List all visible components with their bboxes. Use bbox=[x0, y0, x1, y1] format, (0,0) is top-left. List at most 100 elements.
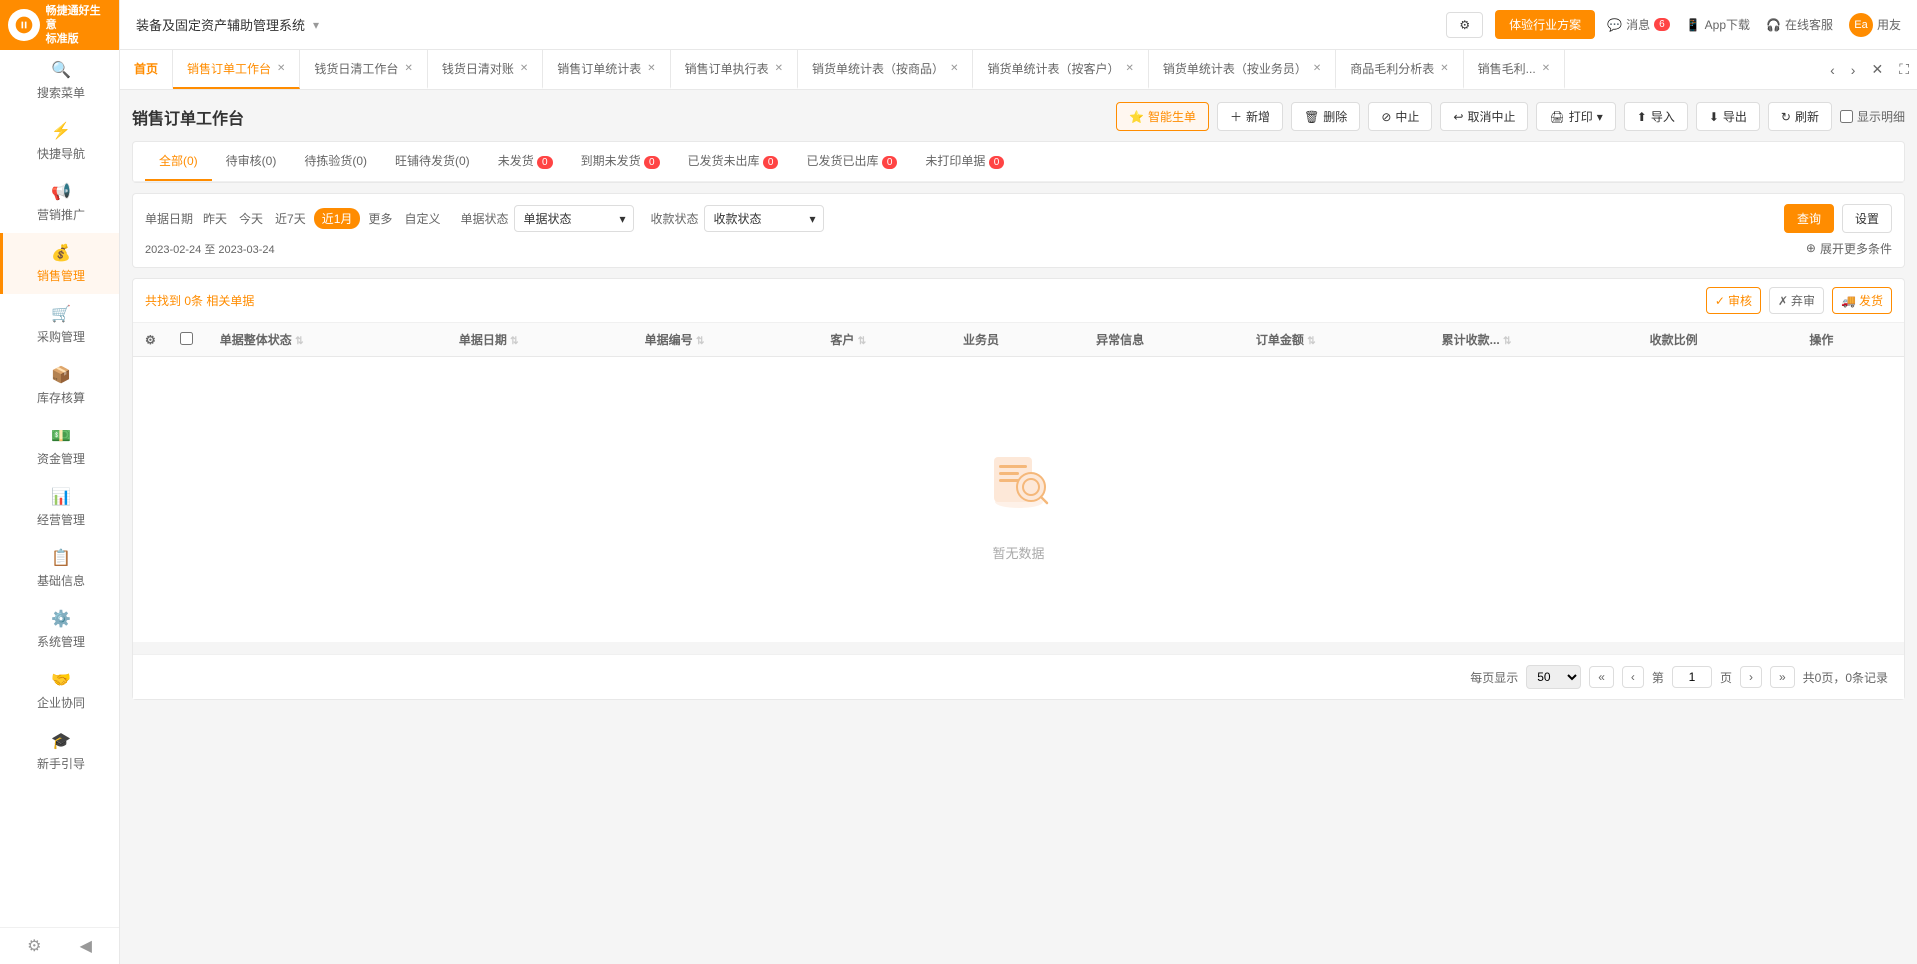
tab-sales-margin[interactable]: 销售毛利... ✕ bbox=[1464, 50, 1565, 89]
inventory-nav-icon: 📦 bbox=[51, 365, 71, 385]
tab-close-cash-daily[interactable]: ✕ bbox=[404, 63, 412, 74]
expand-btn[interactable]: ⊕ 展开更多条件 bbox=[1806, 240, 1892, 257]
date-1month[interactable]: 近1月 bbox=[314, 208, 361, 229]
tab-close-sales-exec[interactable]: ✕ bbox=[775, 63, 783, 74]
sort-date-icon[interactable]: ⇅ bbox=[510, 336, 518, 347]
app-download-btn[interactable]: 📱 App下载 bbox=[1686, 16, 1750, 33]
tab-scroll-right-btn[interactable]: › bbox=[1843, 58, 1864, 82]
sub-tab-all[interactable]: 全部(0) bbox=[145, 142, 212, 181]
sub-tab-pending-inspect[interactable]: 待拣验货(0) bbox=[290, 142, 381, 181]
sidebar-item-search[interactable]: 🔍 搜索菜单 bbox=[0, 50, 119, 111]
tab-sales-exec[interactable]: 销售订单执行表 ✕ bbox=[671, 50, 798, 89]
sub-tab-shipped-not-out[interactable]: 已发货未出库 0 bbox=[674, 142, 793, 181]
prev-page-btn[interactable]: ‹ bbox=[1622, 666, 1644, 688]
sub-tab-pending-review[interactable]: 待审核(0) bbox=[212, 142, 291, 181]
col-settings[interactable]: ⚙ bbox=[133, 323, 168, 357]
show-detail-checkbox[interactable] bbox=[1840, 110, 1853, 123]
sub-tab-overdue[interactable]: 到期未发货 0 bbox=[567, 142, 674, 181]
tab-cash-daily[interactable]: 钱货日清工作台 ✕ bbox=[300, 50, 427, 89]
tab-expand-btn[interactable]: ⛶ bbox=[1891, 57, 1917, 82]
tab-salesman-stats[interactable]: 销货单统计表（按业务员） ✕ bbox=[1149, 50, 1336, 89]
sidebar-item-inventory[interactable]: 📦 库存核算 bbox=[0, 355, 119, 416]
tab-sales-stats[interactable]: 销售订单统计表 ✕ bbox=[543, 50, 670, 89]
select-all-checkbox[interactable] bbox=[180, 332, 193, 345]
tab-goods-stats[interactable]: 销货单统计表（按商品） ✕ bbox=[798, 50, 973, 89]
sub-tab-unprinted[interactable]: 未打印单据 0 bbox=[911, 142, 1018, 181]
sort-accumulated-icon[interactable]: ⇅ bbox=[1503, 336, 1511, 347]
settings-gear-btn[interactable]: ⚙ bbox=[1446, 12, 1483, 38]
search-btn[interactable]: 查询 bbox=[1784, 204, 1834, 233]
sidebar-item-guide[interactable]: 🎓 新手引导 bbox=[0, 721, 119, 782]
date-custom[interactable]: 自定义 bbox=[400, 208, 444, 229]
tab-close-all-btn[interactable]: ✕ bbox=[1863, 57, 1891, 82]
review-icon: ✓ bbox=[1715, 294, 1725, 308]
tab-close-salesman-stats[interactable]: ✕ bbox=[1313, 63, 1321, 74]
sidebar-item-quick[interactable]: ⚡ 快捷导航 bbox=[0, 111, 119, 172]
sidebar-item-finance[interactable]: 💵 资金管理 bbox=[0, 416, 119, 477]
sort-amount-icon[interactable]: ⇅ bbox=[1307, 336, 1315, 347]
tab-home[interactable]: 首页 bbox=[120, 50, 173, 89]
sort-customer-icon[interactable]: ⇅ bbox=[858, 336, 866, 347]
add-btn[interactable]: ＋ 新增 bbox=[1217, 102, 1283, 131]
print-btn[interactable]: 🖨 打印 ▾ bbox=[1536, 102, 1615, 131]
sub-tab-unshipped[interactable]: 未发货 0 bbox=[484, 142, 567, 181]
sidebar-item-base[interactable]: 📋 基础信息 bbox=[0, 538, 119, 599]
sidebar-item-sales[interactable]: 💰 销售管理 bbox=[0, 233, 119, 294]
sidebar-item-system[interactable]: ⚙️ 系统管理 bbox=[0, 599, 119, 660]
page-number-input[interactable] bbox=[1672, 666, 1712, 688]
date-7days[interactable]: 近7天 bbox=[271, 208, 310, 229]
online-service-btn[interactable]: 🎧 在线客服 bbox=[1766, 16, 1833, 33]
sort-number-icon[interactable]: ⇅ bbox=[696, 336, 704, 347]
filter-settings-btn[interactable]: 设置 bbox=[1842, 204, 1892, 233]
sidebar-collapse-btn[interactable]: ◀ bbox=[80, 936, 92, 956]
col-ratio: 收款比例 bbox=[1638, 323, 1798, 357]
status-select[interactable]: 单据状态 ▾ bbox=[514, 205, 634, 232]
cancel-stop-btn[interactable]: ↩ 取消中止 bbox=[1440, 102, 1528, 131]
tab-close-goods-stats[interactable]: ✕ bbox=[950, 63, 958, 74]
delete-btn[interactable]: 🗑 删除 bbox=[1291, 102, 1360, 131]
tab-close-cash-reconcile[interactable]: ✕ bbox=[520, 63, 528, 74]
sub-tab-pending-review-label: 待审核(0) bbox=[226, 154, 277, 168]
date-yesterday[interactable]: 昨天 bbox=[199, 208, 231, 229]
messages-btn[interactable]: 💬 消息 6 bbox=[1607, 16, 1670, 33]
refresh-btn[interactable]: ↻ 刷新 bbox=[1768, 102, 1832, 131]
sub-tab-wangpu[interactable]: 旺铺待发货(0) bbox=[381, 142, 484, 181]
sort-overall-icon[interactable]: ⇅ bbox=[295, 336, 303, 347]
date-more[interactable]: 更多 bbox=[364, 208, 396, 229]
tab-close-sales-margin[interactable]: ✕ bbox=[1542, 63, 1550, 74]
sub-tab-shipped-out[interactable]: 已发货已出库 0 bbox=[792, 142, 911, 181]
page-size-select[interactable]: 50 100 200 bbox=[1526, 665, 1581, 689]
tab-close-margin[interactable]: ✕ bbox=[1440, 63, 1448, 74]
add-icon: ＋ bbox=[1230, 108, 1242, 125]
tab-cash-reconcile[interactable]: 钱货日清对账 ✕ bbox=[428, 50, 543, 89]
tab-close-customer-stats[interactable]: ✕ bbox=[1125, 63, 1133, 74]
tab-close-sales[interactable]: ✕ bbox=[277, 63, 285, 74]
sidebar-settings-btn[interactable]: ⚙ bbox=[27, 936, 41, 956]
sidebar-item-collab[interactable]: 🤝 企业协同 bbox=[0, 660, 119, 721]
tab-customer-stats[interactable]: 销货单统计表（按客户） ✕ bbox=[973, 50, 1148, 89]
user-area[interactable]: Ea 用友 bbox=[1849, 13, 1901, 37]
stop-btn[interactable]: ⊘ 中止 bbox=[1368, 102, 1432, 131]
next-page-btn[interactable]: › bbox=[1740, 666, 1762, 688]
unreviewed-btn[interactable]: ✗ 弃审 bbox=[1769, 287, 1824, 314]
date-today[interactable]: 今天 bbox=[235, 208, 267, 229]
tab-scroll-left-btn[interactable]: ‹ bbox=[1822, 58, 1843, 82]
sidebar-item-marketing[interactable]: 📢 营销推广 bbox=[0, 172, 119, 233]
ai-create-btn[interactable]: ⭐ 智能生单 bbox=[1116, 102, 1209, 131]
review-btn[interactable]: ✓ 审核 bbox=[1706, 287, 1761, 314]
sidebar-item-management[interactable]: 📊 经营管理 bbox=[0, 477, 119, 538]
industry-solution-btn[interactable]: 体验行业方案 bbox=[1495, 10, 1595, 39]
import-btn[interactable]: ⬆ 导入 bbox=[1624, 102, 1688, 131]
main-area: 装备及固定资产辅助管理系统 ▾ ⚙ 体验行业方案 💬 消息 6 📱 App下载 … bbox=[120, 0, 1917, 964]
col-checkbox[interactable] bbox=[168, 323, 208, 357]
tab-sales-workbench[interactable]: 销售订单工作台 ✕ bbox=[173, 50, 300, 89]
tab-margin-analysis[interactable]: 商品毛利分析表 ✕ bbox=[1336, 50, 1463, 89]
ship-btn[interactable]: 🚚 发货 bbox=[1832, 287, 1892, 314]
payment-select[interactable]: 收款状态 ▾ bbox=[704, 205, 824, 232]
last-page-btn[interactable]: » bbox=[1770, 666, 1795, 688]
first-page-btn[interactable]: « bbox=[1589, 666, 1614, 688]
sidebar-item-purchase[interactable]: 🛒 采购管理 bbox=[0, 294, 119, 355]
tab-close-sales-stats[interactable]: ✕ bbox=[647, 63, 655, 74]
horizontal-scrollbar[interactable] bbox=[133, 642, 1904, 654]
export-btn[interactable]: ⬇ 导出 bbox=[1696, 102, 1760, 131]
